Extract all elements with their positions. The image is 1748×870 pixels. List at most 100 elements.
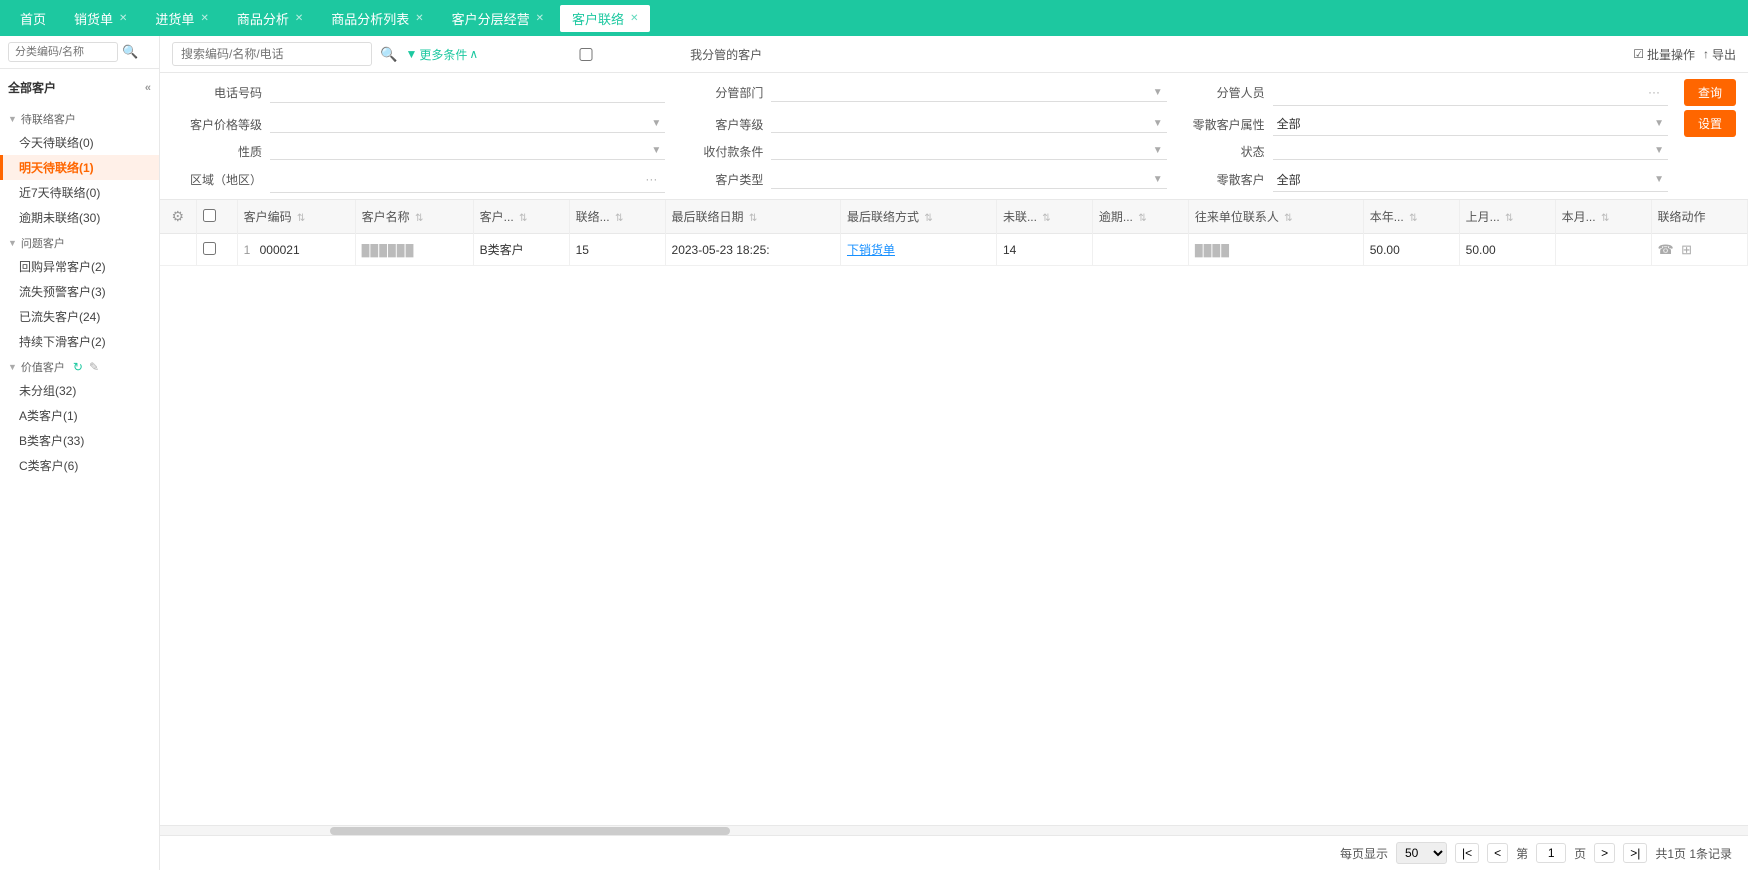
sidebar-item-ungrouped[interactable]: 未分组(32) xyxy=(0,378,159,403)
sidebar-item-overdue-contact[interactable]: 逾期未联络(30) xyxy=(0,205,159,230)
first-page-button[interactable]: |< xyxy=(1455,843,1479,863)
sort-last-contact-method-icon[interactable]: ⇅ xyxy=(924,213,932,224)
scrollbar-thumb[interactable] xyxy=(330,827,730,835)
filter-retail-cust-value: 全部 xyxy=(1277,171,1301,188)
filter-person-select[interactable]: ··· xyxy=(1273,79,1668,106)
sort-this-year-icon[interactable]: ⇅ xyxy=(1409,213,1417,224)
filter-price-grade-select[interactable]: ▼ xyxy=(270,115,665,133)
filter-retail-cust-select[interactable]: 全部 ▼ xyxy=(1273,168,1668,192)
sidebar-item-tomorrow[interactable]: 明天待联络(1) xyxy=(0,155,159,180)
sidebar-item-today[interactable]: 今天待联络(0) xyxy=(0,130,159,155)
row-this-month-cell xyxy=(1555,234,1651,266)
filter-phone-input[interactable] xyxy=(270,82,665,103)
close-sales-icon[interactable]: ✕ xyxy=(119,13,127,24)
nav-customer-tier[interactable]: 客户分层经营 ✕ xyxy=(440,5,556,32)
sidebar-search-icon[interactable]: 🔍 xyxy=(122,44,138,60)
row-last-contact-date: 2023-05-23 18:25: xyxy=(672,243,770,257)
table-body: 1 000021 ██████ B类客户 15 20 xyxy=(160,234,1748,266)
sort-code-icon[interactable]: ⇅ xyxy=(297,213,305,224)
filter-retail-attr-label-text: 全部 xyxy=(1277,115,1301,132)
sidebar-item-repurchase-anomaly[interactable]: 回购异常客户(2) xyxy=(0,254,159,279)
more-filter-button[interactable]: ▼ 更多条件 ∧ xyxy=(405,46,478,63)
close-analysis-list-icon[interactable]: ✕ xyxy=(415,13,423,24)
payment-dropdown-icon: ▼ xyxy=(1153,145,1163,156)
sort-this-month-icon[interactable]: ⇅ xyxy=(1601,213,1609,224)
search-input[interactable] xyxy=(172,42,372,66)
row-contact-icon[interactable]: ☎ xyxy=(1658,242,1674,257)
row-last-contact-method[interactable]: 下销货单 xyxy=(847,243,895,257)
sort-unit-contact-icon[interactable]: ⇅ xyxy=(1284,213,1292,224)
export-button[interactable]: ↑ 导出 xyxy=(1703,46,1736,63)
filter-cust-type-select[interactable]: ▼ xyxy=(771,171,1166,189)
sidebar-search-input[interactable] xyxy=(8,42,118,62)
top-nav: 首页 销货单 ✕ 进货单 ✕ 商品分析 ✕ 商品分析列表 ✕ 客户分层经营 ✕ … xyxy=(0,0,1748,36)
row-checkbox-cell xyxy=(196,234,237,266)
nav-analysis[interactable]: 商品分析 ✕ xyxy=(225,5,315,32)
value-group-edit-icon[interactable]: ✎ xyxy=(89,360,99,374)
next-page-button[interactable]: > xyxy=(1594,843,1615,863)
sort-last-contact-date-icon[interactable]: ⇅ xyxy=(749,213,757,224)
row-checkbox[interactable] xyxy=(203,242,216,255)
row-this-year: 50.00 xyxy=(1370,243,1400,257)
row-more-icon[interactable]: ⊞ xyxy=(1681,242,1692,257)
query-button[interactable]: 查询 xyxy=(1684,79,1736,106)
sidebar-item-class-b[interactable]: B类客户(33) xyxy=(0,428,159,453)
table-gear-icon[interactable]: ⚙ xyxy=(171,208,184,224)
filter-cust-type-label: 客户类型 xyxy=(673,171,763,188)
my-customer-checkbox-area[interactable]: 我分管的客户 xyxy=(486,46,762,63)
filter-retail-attr-select[interactable]: 全部 ▼ xyxy=(1273,112,1668,136)
sidebar-item-declining[interactable]: 持续下滑客户(2) xyxy=(0,329,159,354)
status-dropdown-icon: ▼ xyxy=(1654,145,1664,156)
per-page-label: 每页显示 xyxy=(1340,845,1388,862)
filter-status-select[interactable]: ▼ xyxy=(1273,142,1668,160)
filter-nature-select[interactable]: ▼ xyxy=(270,142,665,160)
row-code-cell: 1 000021 xyxy=(237,234,355,266)
nature-dropdown-icon: ▼ xyxy=(651,145,661,156)
nav-customer-contact[interactable]: 客户联络 ✕ xyxy=(560,5,650,32)
filter-payment-select[interactable]: ▼ xyxy=(771,142,1166,160)
filter-cust-grade-select[interactable]: ▼ xyxy=(771,115,1166,133)
sidebar-all-customers[interactable]: 全部客户 « xyxy=(0,73,159,102)
per-page-select[interactable]: 50 100 xyxy=(1396,842,1447,864)
nav-home[interactable]: 首页 xyxy=(8,5,58,32)
my-customer-checkbox[interactable] xyxy=(486,48,686,61)
bulk-ops-label: 批量操作 xyxy=(1647,46,1695,63)
bulk-ops-button[interactable]: ☑ 批量操作 xyxy=(1633,46,1695,63)
sort-uncontacted-icon[interactable]: ⇅ xyxy=(1042,213,1050,224)
sidebar-item-lost-potential[interactable]: 流失预警客户(3) xyxy=(0,279,159,304)
dept-dropdown-icon: ▼ xyxy=(1153,87,1163,98)
sort-contact-count-icon[interactable]: ⇅ xyxy=(615,213,623,224)
col-uncontacted: 未联... ⇅ xyxy=(996,200,1092,234)
sort-name-icon[interactable]: ⇅ xyxy=(415,213,423,224)
sidebar-group-value: 价值客户 ↻ ✎ xyxy=(0,354,159,378)
collapse-icon: « xyxy=(145,82,151,94)
col-action: 联络动作 xyxy=(1651,200,1747,234)
search-button[interactable]: 🔍 xyxy=(380,46,397,63)
filter-dept-select[interactable]: ▼ xyxy=(771,84,1166,102)
sort-type-icon[interactable]: ⇅ xyxy=(519,213,527,224)
horizontal-scrollbar[interactable] xyxy=(160,825,1748,835)
close-purchase-icon[interactable]: ✕ xyxy=(200,13,208,24)
nav-sales[interactable]: 销货单 ✕ xyxy=(62,5,139,32)
close-customer-tier-icon[interactable]: ✕ xyxy=(536,13,544,24)
last-page-button[interactable]: >| xyxy=(1623,843,1647,863)
value-group-refresh-icon[interactable]: ↻ xyxy=(73,360,83,374)
sort-overdue-icon[interactable]: ⇅ xyxy=(1138,213,1146,224)
filter-icon: ▼ xyxy=(405,47,417,61)
close-analysis-icon[interactable]: ✕ xyxy=(295,13,303,24)
select-all-checkbox[interactable] xyxy=(203,209,216,222)
sidebar-item-week[interactable]: 近7天待联络(0) xyxy=(0,180,159,205)
nav-purchase[interactable]: 进货单 ✕ xyxy=(143,5,220,32)
search-bar: 🔍 ▼ 更多条件 ∧ 我分管的客户 ☑ 批量操作 ↑ 导出 xyxy=(160,36,1748,73)
filter-region-select[interactable]: ··· xyxy=(270,166,665,193)
page-input[interactable] xyxy=(1536,843,1566,863)
nav-analysis-list[interactable]: 商品分析列表 ✕ xyxy=(319,5,435,32)
sidebar-item-lost[interactable]: 已流失客户(24) xyxy=(0,304,159,329)
prev-page-button[interactable]: < xyxy=(1487,843,1508,863)
sort-last-month-icon[interactable]: ⇅ xyxy=(1505,213,1513,224)
sidebar-item-class-c[interactable]: C类客户(6) xyxy=(0,453,159,478)
settings-button[interactable]: 设置 xyxy=(1684,110,1736,137)
sidebar-item-class-a[interactable]: A类客户(1) xyxy=(0,403,159,428)
filter-panel: 电话号码 分管部门 ▼ 分管人员 ··· xyxy=(160,73,1748,200)
close-customer-contact-icon[interactable]: ✕ xyxy=(630,13,638,24)
